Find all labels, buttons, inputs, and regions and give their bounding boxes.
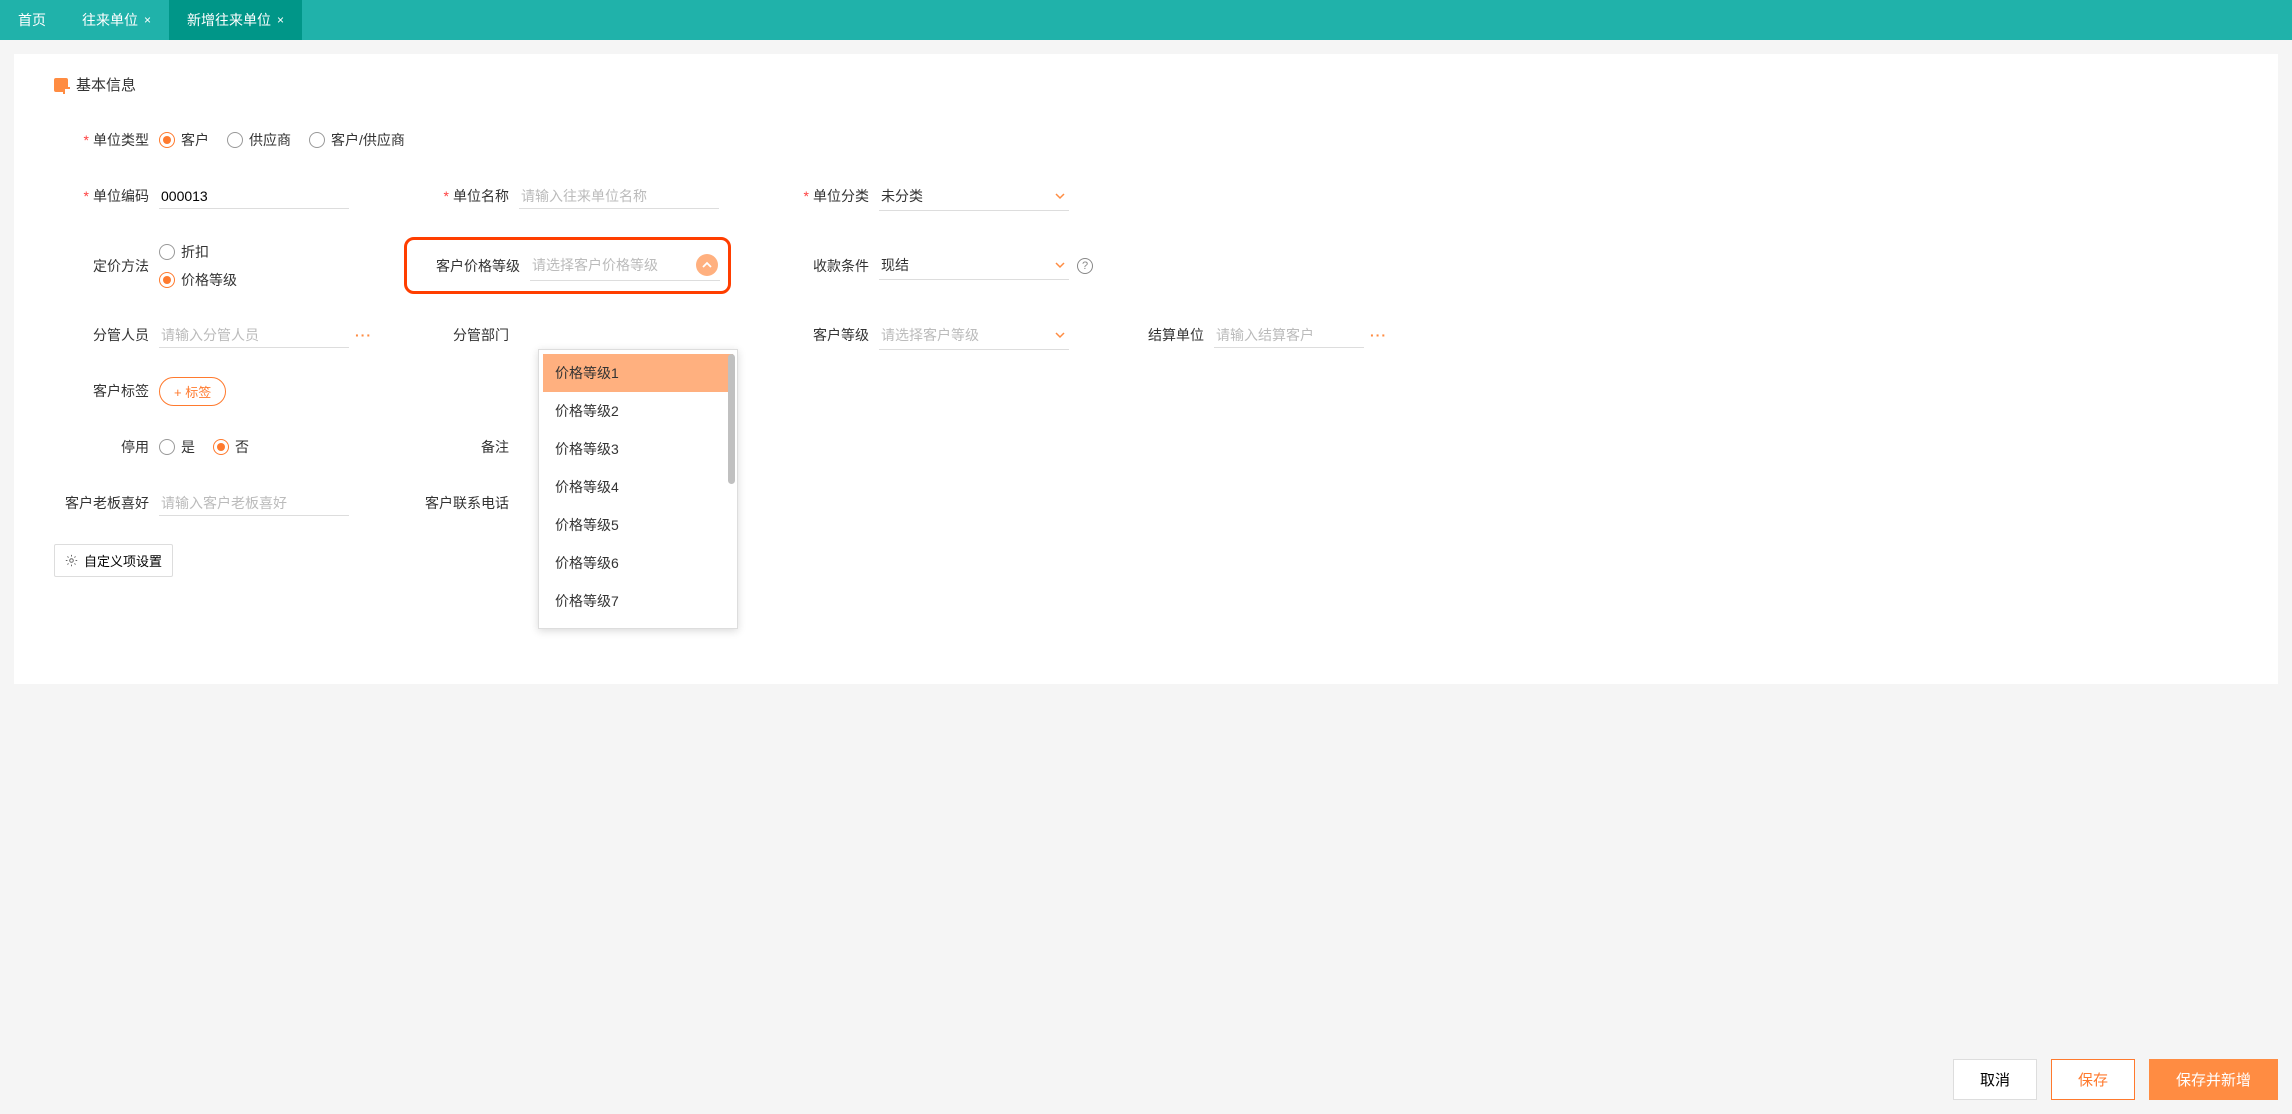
customer-tag-label: 客户标签 <box>93 383 149 399</box>
radio-customer[interactable]: 客户 <box>159 130 209 150</box>
price-level-dropdown: 价格等级1 价格等级2 价格等级3 价格等级4 价格等级5 价格等级6 价格等级… <box>538 349 738 629</box>
close-icon[interactable]: × <box>144 13 151 27</box>
section-icon <box>54 78 68 92</box>
responsible-dept-label: 分管部门 <box>453 327 509 343</box>
tab-contacts[interactable]: 往来单位× <box>64 0 169 40</box>
pricing-method-label: 定价方法 <box>93 258 149 274</box>
chevron-down-icon <box>1053 258 1067 272</box>
save-and-add-button[interactable]: 保存并新增 <box>2149 1059 2278 1100</box>
more-icon[interactable]: ··· <box>1370 327 1387 343</box>
responsible-person-label: 分管人员 <box>93 327 149 343</box>
help-icon[interactable]: ? <box>1077 258 1093 274</box>
price-level-select[interactable]: 请选择客户价格等级 <box>530 250 720 281</box>
scrollbar[interactable] <box>728 354 735 624</box>
customer-level-label: 客户等级 <box>813 327 869 343</box>
cancel-button[interactable]: 取消 <box>1953 1059 2037 1100</box>
dropdown-item[interactable]: 价格等级2 <box>543 392 733 430</box>
chevron-down-icon <box>1053 328 1067 342</box>
price-level-highlight: 客户价格等级 请选择客户价格等级 <box>404 237 731 294</box>
section-title: 基本信息 <box>54 74 2238 95</box>
remark-label: 备注 <box>481 439 509 455</box>
unit-category-label: 单位分类 <box>813 188 869 204</box>
settlement-unit-input[interactable] <box>1214 323 1364 348</box>
tab-bar: 首页 往来单位× 新增往来单位× <box>0 0 2292 40</box>
unit-name-input[interactable] <box>519 184 719 209</box>
dropdown-item[interactable]: 价格等级3 <box>543 430 733 468</box>
settlement-unit-label: 结算单位 <box>1148 327 1204 343</box>
radio-price-level[interactable]: 价格等级 <box>159 270 237 290</box>
dropdown-item[interactable]: 价格等级4 <box>543 468 733 506</box>
radio-both[interactable]: 客户/供应商 <box>309 130 405 150</box>
radio-supplier[interactable]: 供应商 <box>227 130 291 150</box>
form-page: 基本信息 *单位类型 客户 供应商 客户/供应商 *单位编码 *单位名称 *单位… <box>14 54 2278 684</box>
customer-level-select[interactable]: 请选择客户等级 <box>879 321 1069 350</box>
gear-icon <box>65 554 78 567</box>
custom-fields-button[interactable]: 自定义项设置 <box>54 544 173 577</box>
unit-type-label: 单位类型 <box>93 132 149 148</box>
add-tag-button[interactable]: + 标签 <box>159 377 226 406</box>
dropdown-item[interactable]: 价格等级5 <box>543 506 733 544</box>
unit-type-radios: 客户 供应商 客户/供应商 <box>159 130 405 150</box>
dropdown-item[interactable]: 价格等级1 <box>543 354 733 392</box>
payment-terms-label: 收款条件 <box>813 258 869 274</box>
responsible-person-input[interactable] <box>159 323 349 348</box>
dropdown-item[interactable]: 价格等级7 <box>543 582 733 620</box>
radio-disabled-yes[interactable]: 是 <box>159 437 195 457</box>
payment-terms-select[interactable]: 现结 <box>879 251 1069 280</box>
chevron-down-icon <box>1053 189 1067 203</box>
unit-category-select[interactable]: 未分类 <box>879 182 1069 211</box>
tab-home[interactable]: 首页 <box>0 0 64 40</box>
disabled-label: 停用 <box>121 439 149 455</box>
radio-discount[interactable]: 折扣 <box>159 242 237 262</box>
contact-phone-label: 客户联系电话 <box>425 495 509 511</box>
section-title-text: 基本信息 <box>76 74 136 95</box>
boss-pref-label: 客户老板喜好 <box>65 495 149 511</box>
chevron-up-icon <box>696 254 718 276</box>
footer-actions: 取消 保存 保存并新增 <box>1953 1059 2278 1100</box>
dropdown-item[interactable]: 价格等级6 <box>543 544 733 582</box>
save-button[interactable]: 保存 <box>2051 1059 2135 1100</box>
tab-add-contact[interactable]: 新增往来单位× <box>169 0 302 40</box>
more-icon[interactable]: ··· <box>355 327 372 343</box>
unit-name-label: 单位名称 <box>453 188 509 204</box>
radio-disabled-no[interactable]: 否 <box>213 437 249 457</box>
boss-pref-input[interactable] <box>159 491 349 516</box>
dropdown-item[interactable]: 价格等级8 <box>543 620 733 629</box>
unit-code-input[interactable] <box>159 184 349 209</box>
unit-code-label: 单位编码 <box>93 188 149 204</box>
price-level-label: 客户价格等级 <box>436 258 520 274</box>
close-icon[interactable]: × <box>277 13 284 27</box>
